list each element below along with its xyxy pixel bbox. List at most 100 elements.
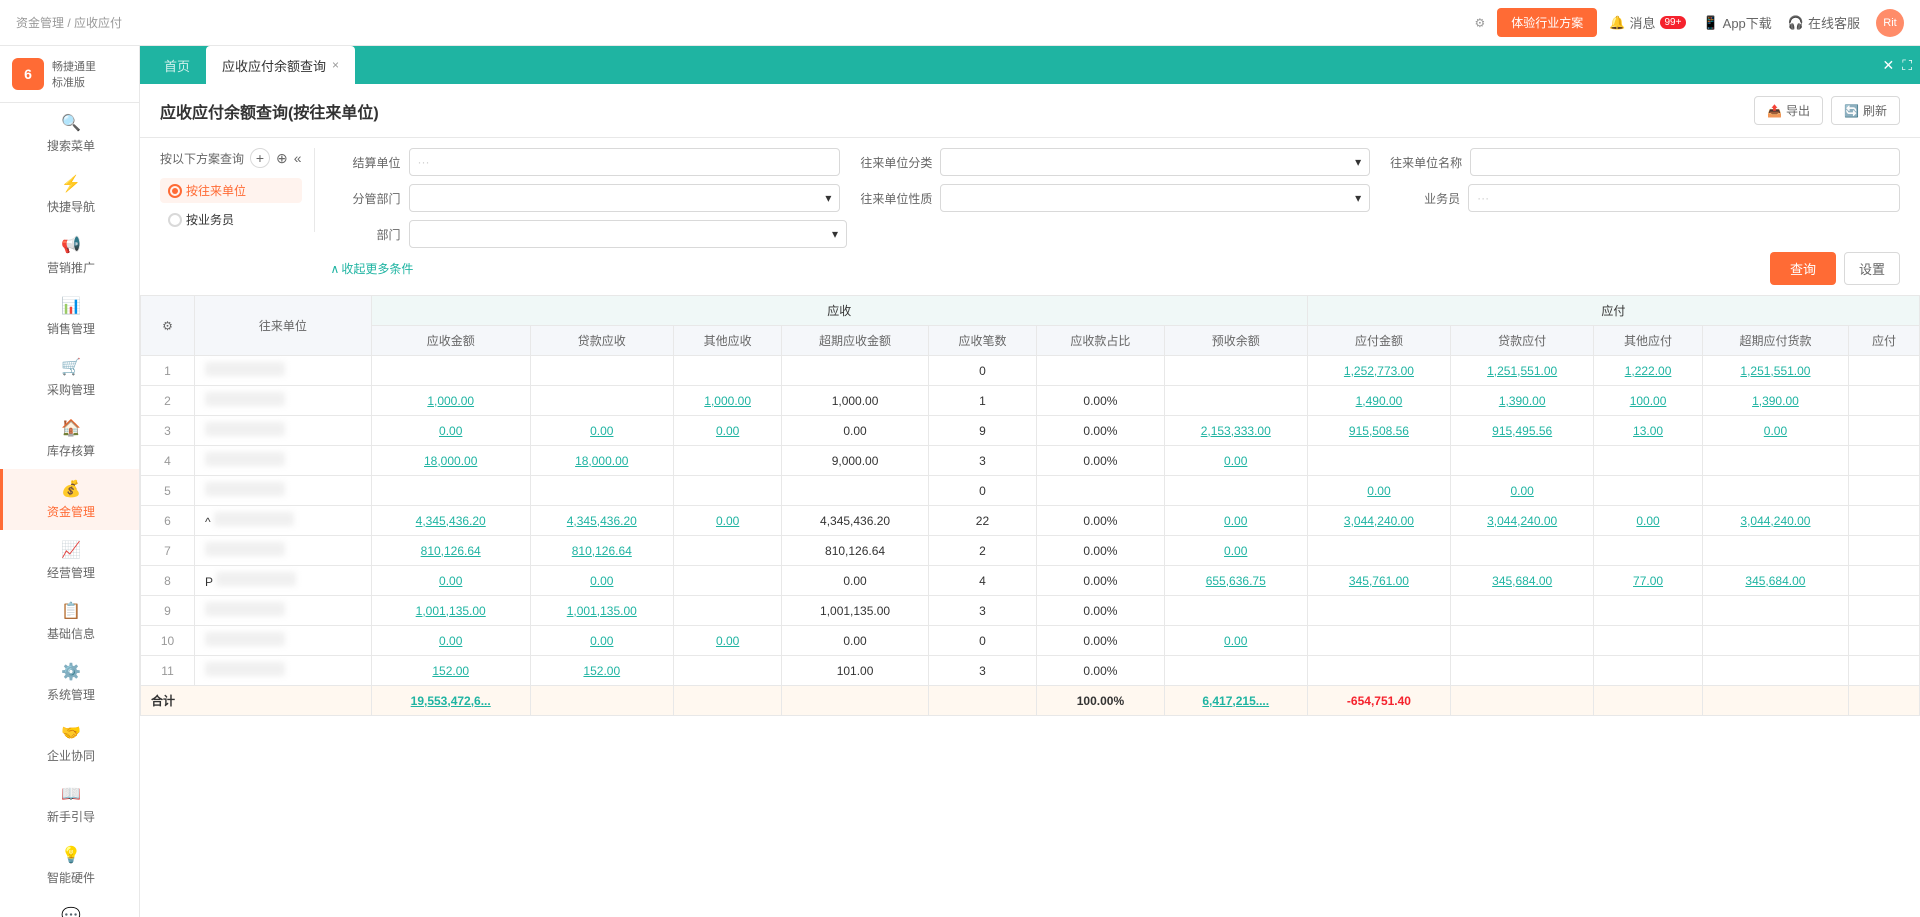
tab-home[interactable]: 首页 <box>148 46 206 84</box>
table-cell[interactable]: 3,044,240.00 <box>1702 506 1848 536</box>
partner-category-input[interactable]: ▾ <box>940 148 1370 176</box>
table-cell[interactable]: 0.00 <box>1164 536 1307 566</box>
online-service-btn[interactable]: 🎧 在线客服 <box>1788 13 1860 32</box>
tab-close-btn[interactable]: × <box>332 58 339 72</box>
messages-btn[interactable]: 🔔 消息 99+ <box>1609 13 1686 32</box>
table-cell[interactable]: 345,684.00 <box>1451 566 1594 596</box>
sidebar-item-inventory[interactable]: 🏠 库存核算 <box>0 408 139 469</box>
table-cell[interactable]: 0.00 <box>371 416 530 446</box>
table-cell[interactable]: 1,001,135.00 <box>371 596 530 626</box>
table-cell[interactable]: 152.00 <box>371 656 530 686</box>
table-cell[interactable]: 1,001,135.00 <box>530 596 673 626</box>
table-cell[interactable]: 13.00 <box>1594 416 1703 446</box>
filter-arrow-icon[interactable]: « <box>294 150 302 166</box>
table-cell[interactable]: 152.00 <box>530 656 673 686</box>
tab-ar-ap[interactable]: 应收应付余额查询 × <box>206 46 355 84</box>
table-cell[interactable]: 0.00 <box>530 626 673 656</box>
table-cell[interactable]: 0.00 <box>1594 506 1703 536</box>
add-filter-btn[interactable]: + <box>250 148 270 168</box>
sidebar-item-smart-hw[interactable]: 💡 智能硬件 <box>0 835 139 896</box>
table-cell[interactable]: 0.00 <box>1164 626 1307 656</box>
table-cell[interactable]: 915,508.56 <box>1307 416 1450 446</box>
table-cell[interactable]: 810,126.64 <box>371 536 530 566</box>
table-cell[interactable]: 4,345,436.20 <box>530 506 673 536</box>
sidebar-item-operations[interactable]: 📈 经营管理 <box>0 530 139 591</box>
maximize-icon[interactable]: ⛶ <box>1902 57 1912 74</box>
table-cell[interactable]: 0.00 <box>371 626 530 656</box>
view-by-salesperson[interactable]: 按业务员 <box>160 207 302 232</box>
sidebar-item-wechat[interactable]: 💬 企业微信 <box>0 896 139 917</box>
table-cell[interactable]: 0.00 <box>530 416 673 446</box>
system-icon: ⚙️ <box>61 662 81 682</box>
settlement-unit-input[interactable]: ··· <box>409 148 841 176</box>
table-cell[interactable]: 345,684.00 <box>1702 566 1848 596</box>
setting-btn[interactable]: 设置 <box>1844 252 1900 285</box>
sidebar-item-finance[interactable]: 💰 资金管理 <box>0 469 139 530</box>
table-cell[interactable]: 810,126.64 <box>530 536 673 566</box>
close-window-icon[interactable]: ✕ <box>1882 57 1894 74</box>
table-cell[interactable]: 0.00 <box>673 626 782 656</box>
table-cell[interactable]: 3,044,240.00 <box>1307 506 1450 536</box>
table-cell[interactable]: 1,251,551.00 <box>1451 356 1594 386</box>
table-cell[interactable]: 0.00 <box>1164 506 1307 536</box>
table-cell[interactable]: 1,390.00 <box>1451 386 1594 416</box>
table-cell[interactable]: 4,345,436.20 <box>371 506 530 536</box>
manage-dept-input[interactable]: ▾ <box>409 184 841 212</box>
user-avatar[interactable]: Rit <box>1876 9 1904 37</box>
sidebar-item-search[interactable]: 🔍 搜索菜单 <box>0 103 139 164</box>
table-cell[interactable]: 655,636.75 <box>1164 566 1307 596</box>
table-cell[interactable]: 915,495.56 <box>1451 416 1594 446</box>
sidebar-item-corp[interactable]: 🤝 企业协同 <box>0 713 139 774</box>
view-by-partner[interactable]: 按往来单位 <box>160 178 302 203</box>
sidebar-item-sales[interactable]: 📊 销售管理 <box>0 286 139 347</box>
table-cell[interactable]: 1,222.00 <box>1594 356 1703 386</box>
chevron-down-icon3: ▾ <box>1355 191 1361 205</box>
table-cell[interactable]: 0.00 <box>530 566 673 596</box>
filter-config-icon[interactable]: ⊕ <box>276 150 288 167</box>
sidebar-item-system[interactable]: ⚙️ 系统管理 <box>0 652 139 713</box>
settings-col-header[interactable]: ⚙ <box>141 296 195 356</box>
table-cell[interactable]: 2,153,333.00 <box>1164 416 1307 446</box>
table-cell[interactable]: 0.00 <box>1451 476 1594 506</box>
footer-advance-balance[interactable]: 6,417,215.... <box>1164 686 1307 716</box>
sidebar-item-guide[interactable]: 📖 新手引导 <box>0 774 139 835</box>
table-cell[interactable]: 18,000.00 <box>371 446 530 476</box>
table-cell[interactable]: 1,000.00 <box>371 386 530 416</box>
table-cell[interactable]: 1,252,773.00 <box>1307 356 1450 386</box>
table-cell[interactable]: 0.00 <box>371 566 530 596</box>
table-cell[interactable]: 0.00 <box>1164 446 1307 476</box>
table-cell[interactable]: 1,000.00 <box>673 386 782 416</box>
table-cell <box>1702 446 1848 476</box>
table-cell[interactable]: 1,251,551.00 <box>1702 356 1848 386</box>
salesperson-input[interactable]: ··· <box>1468 184 1900 212</box>
partner-nature-input[interactable]: ▾ <box>940 184 1370 212</box>
table-cell[interactable]: 0.00 <box>1702 416 1848 446</box>
app-download-btn[interactable]: 📱 App下载 <box>1702 13 1771 32</box>
export-btn[interactable]: 📤 导出 <box>1754 96 1823 125</box>
table-cell[interactable]: 3,044,240.00 <box>1451 506 1594 536</box>
table-container[interactable]: ⚙ 往来单位 应收 应付 应收金额 贷款应收 其他应收 超期应收金额 应收笔数 … <box>140 295 1920 917</box>
dept-input[interactable]: ▾ <box>409 220 847 248</box>
sidebar-item-basic-info[interactable]: 📋 基础信息 <box>0 591 139 652</box>
collapse-btn[interactable]: ∧ 收起更多条件 <box>331 260 414 277</box>
table-cell[interactable]: 1,490.00 <box>1307 386 1450 416</box>
refresh-btn[interactable]: 🔄 刷新 <box>1831 96 1900 125</box>
table-cell[interactable]: 1,390.00 <box>1702 386 1848 416</box>
partner-name-input[interactable] <box>1470 148 1900 176</box>
table-cell[interactable]: 77.00 <box>1594 566 1703 596</box>
table-cell[interactable]: 18,000.00 <box>530 446 673 476</box>
query-btn[interactable]: 查询 <box>1770 252 1836 285</box>
loan-payable-header: 贷款应付 <box>1451 326 1594 356</box>
footer-receivable-amt[interactable]: 19,553,472,6... <box>371 686 530 716</box>
table-cell[interactable]: 100.00 <box>1594 386 1703 416</box>
industry-btn[interactable]: 体验行业方案 <box>1497 8 1597 37</box>
table-cell[interactable]: 0.00 <box>673 416 782 446</box>
table-cell <box>1037 356 1164 386</box>
table-cell[interactable]: 0.00 <box>1307 476 1450 506</box>
table-cell <box>1594 626 1703 656</box>
sidebar-item-marketing[interactable]: 📢 营销推广 <box>0 225 139 286</box>
sidebar-item-quick[interactable]: ⚡ 快捷导航 <box>0 164 139 225</box>
table-cell[interactable]: 0.00 <box>673 506 782 536</box>
table-cell[interactable]: 345,761.00 <box>1307 566 1450 596</box>
sidebar-item-purchase[interactable]: 🛒 采购管理 <box>0 347 139 408</box>
